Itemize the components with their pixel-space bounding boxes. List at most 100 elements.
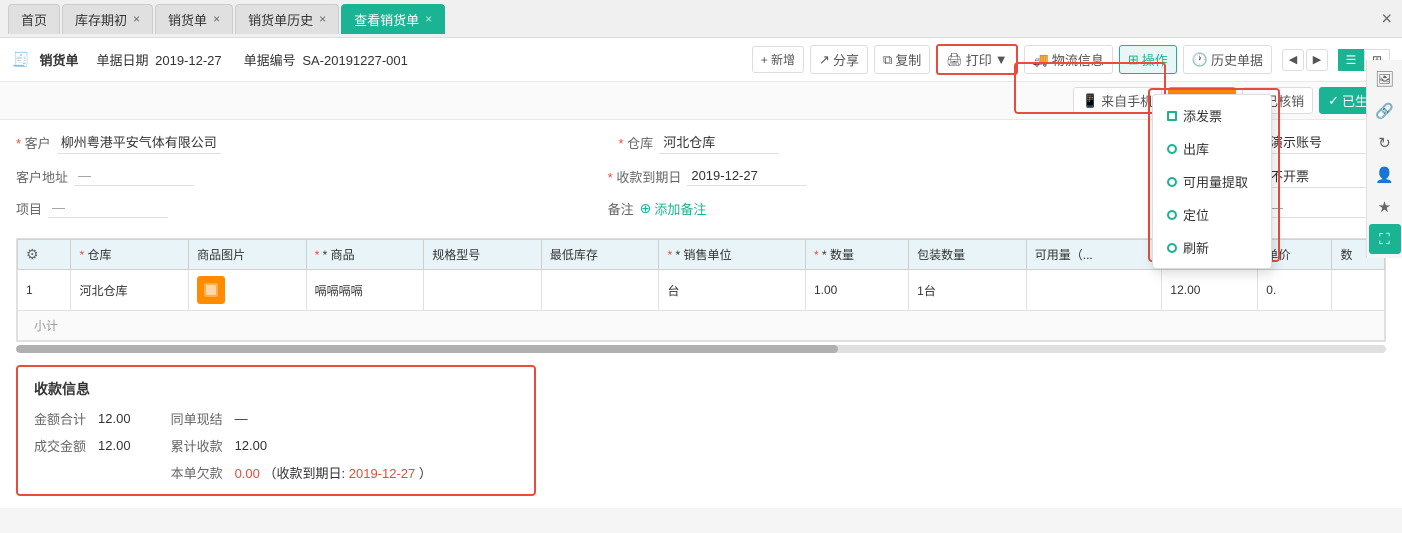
col-min-stock: 最低库存 xyxy=(541,240,659,270)
cell-image xyxy=(189,270,307,311)
col-warehouse: 仓库 xyxy=(71,240,189,270)
col-unit: * 销售单位 xyxy=(659,240,806,270)
list-view-btn[interactable]: ☰ xyxy=(1338,49,1364,71)
warehouse-field: 仓库 河北仓库 xyxy=(619,130,1202,154)
cell-price: 0. xyxy=(1258,270,1332,311)
project-field: 项目 — xyxy=(16,198,588,218)
dropdown-locate[interactable]: 定位 xyxy=(1153,198,1271,231)
tab-inventory-init[interactable]: 库存期初 × xyxy=(62,4,153,34)
same-order-value: — xyxy=(235,411,248,426)
sidebar-star-icon[interactable]: ★ xyxy=(1369,192,1401,222)
settings-icon[interactable]: ⚙ xyxy=(26,246,39,262)
total-amount-label: 金额合计 xyxy=(34,409,86,428)
warehouse-value[interactable]: 河北仓库 xyxy=(659,130,779,154)
payment-rows: 金额合计 12.00 成交金额 12.00 同单现结 — xyxy=(34,409,518,482)
truck-icon: 🚚 xyxy=(1033,52,1049,68)
payment-date-label: 收款到期日 xyxy=(608,167,682,186)
note-field: 备注 ⊕ 添加备注 xyxy=(608,199,1180,218)
dropdown-refresh[interactable]: 刷新 xyxy=(1153,231,1271,264)
history-button[interactable]: 🕐 历史单据 xyxy=(1183,45,1272,74)
close-tab-inventory[interactable]: × xyxy=(133,12,140,26)
bottom-section: 收款信息 金额合计 12.00 成交金额 12.00 xyxy=(0,353,1402,508)
copy-icon: ⧉ xyxy=(883,52,892,68)
share-button[interactable]: ↗ 分享 xyxy=(810,45,868,74)
address-field: 客户地址 — xyxy=(16,166,588,186)
close-tab-sales-history[interactable]: × xyxy=(319,12,326,26)
dropdown-available-qty[interactable]: 可用量提取 xyxy=(1153,165,1271,198)
logistics-button[interactable]: 🚚 物流信息 xyxy=(1024,45,1113,74)
close-tab-view-sales[interactable]: × xyxy=(425,12,432,26)
from-phone-button[interactable]: 📱 来自手机 xyxy=(1073,87,1162,114)
locate-icon xyxy=(1167,210,1177,220)
sidebar-expand-icon[interactable]: ⛶ xyxy=(1369,224,1401,254)
cumulative-value: 12.00 xyxy=(235,438,268,453)
total-amount-row: 金额合计 12.00 xyxy=(34,409,131,428)
note-label: 备注 xyxy=(608,199,634,218)
prev-arrow[interactable]: ◀ xyxy=(1282,49,1304,71)
col-qty: * 数量 xyxy=(806,240,909,270)
same-order-label: 同单现结 xyxy=(171,409,223,428)
add-button[interactable]: + 新增 xyxy=(752,46,804,73)
subtotal-row: 小计 xyxy=(18,311,1385,341)
sidebar-refresh-icon[interactable]: ↻ xyxy=(1369,128,1401,158)
cell-spec xyxy=(424,270,542,311)
doc-toolbar: 🧾 销货单 单据日期 2019-12-27 单据编号 SA-20191227-0… xyxy=(0,38,1402,82)
customer-field: 客户 柳州粤港平安气体有限公司 xyxy=(16,130,599,154)
cell-unit: 台 xyxy=(659,270,806,311)
right-sidebar: 🖼 🔗 ↻ 👤 ★ ⛶ xyxy=(1366,60,1402,258)
doc-date-label: 单据日期 2019-12-27 xyxy=(96,50,221,69)
print-button[interactable]: 🖨 打印 ▼ xyxy=(936,44,1017,75)
refresh-icon xyxy=(1167,243,1177,253)
dropdown-outbound[interactable]: 出库 xyxy=(1153,132,1271,165)
next-arrow[interactable]: ▶ xyxy=(1306,49,1328,71)
plus-icon: ⊕ xyxy=(640,200,652,217)
doc-number-label: 单据编号 SA-20191227-001 xyxy=(244,50,408,69)
window-close-button[interactable]: × xyxy=(1381,8,1392,29)
payment-date-value[interactable]: 2019-12-27 xyxy=(687,166,807,186)
add-invoice-icon xyxy=(1167,111,1177,121)
history-icon: 🕐 xyxy=(1192,52,1208,68)
current-debt-row: 本单欠款 0.00 （收款到期日: 2019-12-27 ） xyxy=(171,463,432,482)
copy-button[interactable]: ⧉ 复制 xyxy=(874,45,930,74)
tab-view-sales[interactable]: 查看销货单 × xyxy=(341,4,445,34)
print-dropdown-arrow: ▼ xyxy=(995,52,1008,67)
product-image xyxy=(197,276,225,304)
operate-dropdown: 添发票 出库 可用量提取 定位 刷新 xyxy=(1152,94,1272,269)
payment-col-left: 金额合计 12.00 成交金额 12.00 xyxy=(34,409,131,482)
col-settings[interactable]: ⚙ xyxy=(18,240,71,270)
current-debt-value: 0.00 （收款到期日: 2019-12-27 ） xyxy=(235,463,432,482)
horizontal-scrollbar[interactable] xyxy=(16,345,1386,353)
add-note-button[interactable]: ⊕ 添加备注 xyxy=(640,199,707,218)
tab-bar: 首页 库存期初 × 销货单 × 销货单历史 × 查看销货单 × × xyxy=(0,0,1402,38)
same-order-row: 同单现结 — xyxy=(171,409,432,428)
trade-amount-label: 成交金额 xyxy=(34,436,86,455)
table-row: 1 河北仓库 嗝嗝嗝嗝 xyxy=(18,270,1385,311)
sidebar-link-icon[interactable]: 🔗 xyxy=(1369,96,1401,126)
tab-sales-history[interactable]: 销货单历史 × xyxy=(235,4,339,34)
trade-amount-row: 成交金额 12.00 xyxy=(34,436,131,455)
tab-sales[interactable]: 销货单 × xyxy=(155,4,233,34)
sidebar-user-icon[interactable]: 👤 xyxy=(1369,160,1401,190)
valid-icon: ✓ xyxy=(1328,93,1339,109)
product-image-svg xyxy=(202,281,220,299)
col-pack-qty: 包装数量 xyxy=(909,240,1027,270)
close-tab-sales[interactable]: × xyxy=(213,12,220,26)
nav-arrows: ◀ ▶ xyxy=(1282,49,1328,71)
payment-date-field: 收款到期日 2019-12-27 xyxy=(608,166,1180,186)
dropdown-add-invoice[interactable]: 添发票 xyxy=(1153,99,1271,132)
cell-amount xyxy=(1332,270,1385,311)
operate-button[interactable]: ⊞ 操作 xyxy=(1119,45,1177,74)
current-debt-label: 本单欠款 xyxy=(171,463,223,482)
sidebar-image-icon[interactable]: 🖼 xyxy=(1369,64,1401,94)
tab-home[interactable]: 首页 xyxy=(8,4,60,34)
print-icon: 🖨 xyxy=(946,52,963,68)
customer-value[interactable]: 柳州粤港平安气体有限公司 xyxy=(57,130,221,154)
col-spec: 规格型号 xyxy=(424,240,542,270)
payment-info-box: 收款信息 金额合计 12.00 成交金额 12.00 xyxy=(16,365,536,496)
address-value[interactable]: — xyxy=(74,166,194,186)
share-icon: ↗ xyxy=(819,52,830,68)
project-label: 项目 xyxy=(16,199,42,218)
cell-stock: 12.00 xyxy=(1162,270,1258,311)
project-value[interactable]: — xyxy=(48,198,168,218)
cell-pack-qty: 1台 xyxy=(909,270,1027,311)
